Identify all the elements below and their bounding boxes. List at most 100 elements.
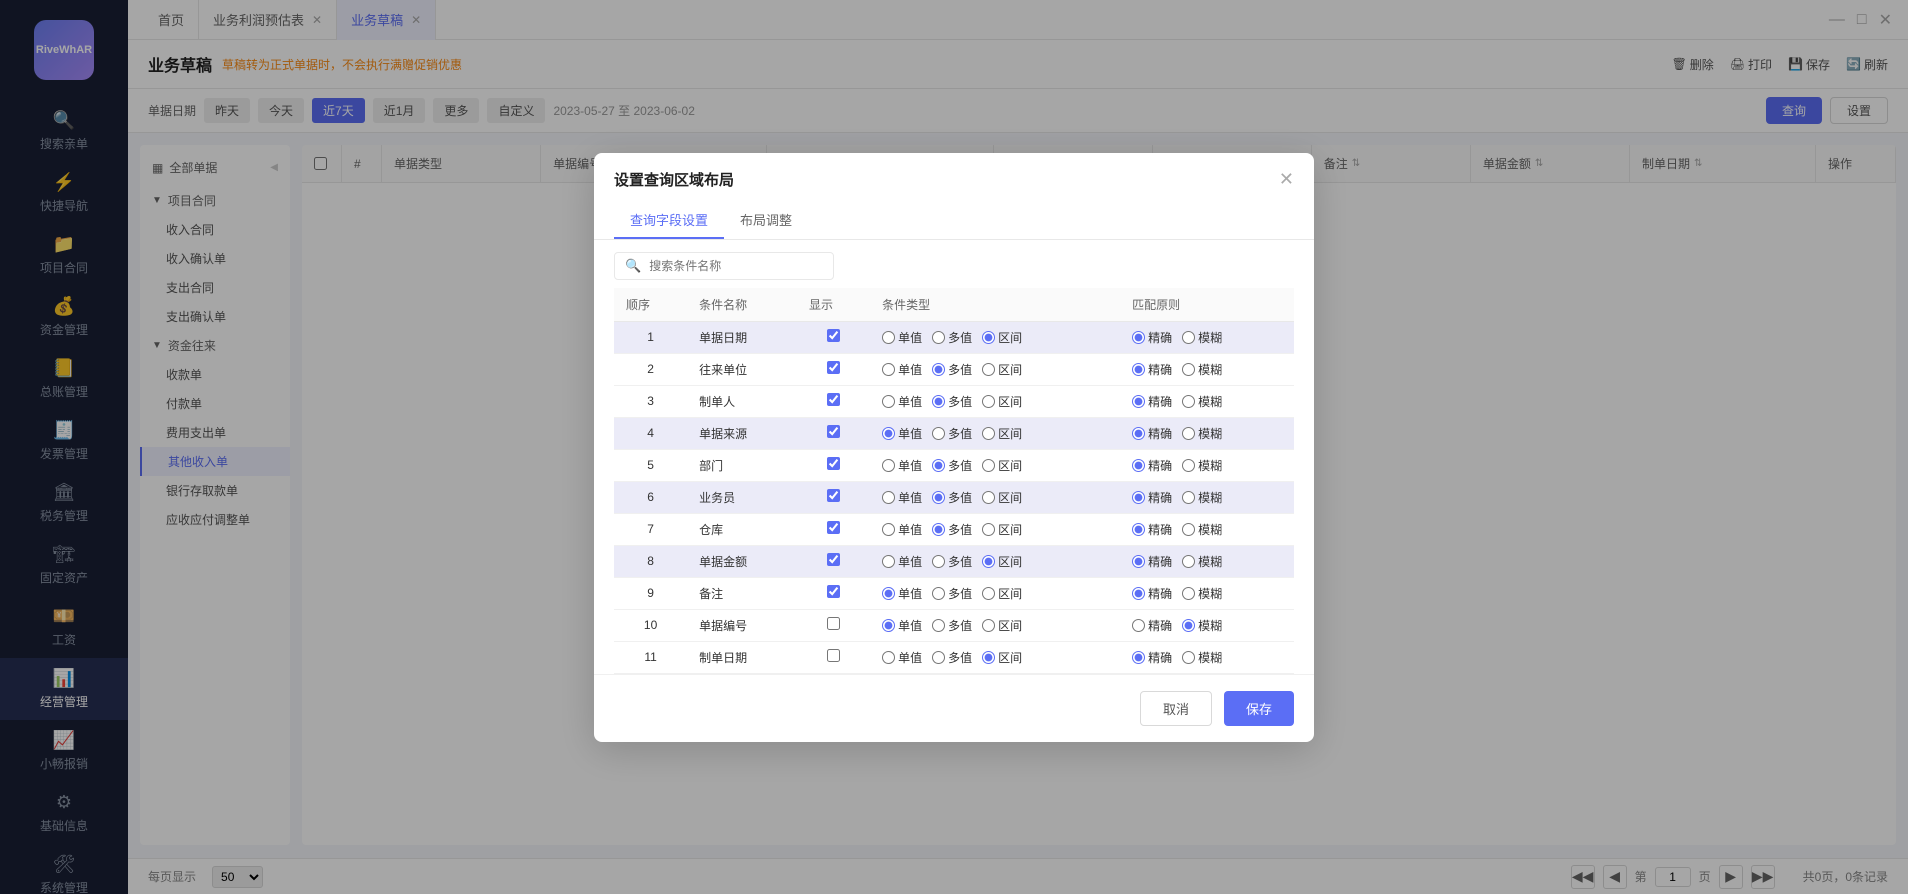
cell-show bbox=[797, 449, 870, 481]
radio-match-精确[interactable]: 精确 bbox=[1132, 457, 1172, 474]
cell-name: 单据来源 bbox=[687, 417, 797, 449]
radio-match-精确[interactable]: 精确 bbox=[1132, 617, 1172, 634]
cell-cond-type: 单值多值区间 bbox=[870, 353, 1120, 385]
show-checkbox[interactable] bbox=[827, 489, 840, 502]
radio-cond-区间[interactable]: 区间 bbox=[982, 585, 1022, 602]
radio-cond-多值[interactable]: 多值 bbox=[932, 649, 972, 666]
show-checkbox[interactable] bbox=[827, 361, 840, 374]
radio-cond-区间[interactable]: 区间 bbox=[982, 649, 1022, 666]
radio-match-精确[interactable]: 精确 bbox=[1132, 521, 1172, 538]
radio-cond-单值[interactable]: 单值 bbox=[882, 649, 922, 666]
cell-cond-type: 单值多值区间 bbox=[870, 609, 1120, 641]
radio-cond-单值[interactable]: 单值 bbox=[882, 361, 922, 378]
tab-fields[interactable]: 查询字段设置 bbox=[614, 202, 724, 239]
table-row: 7仓库单值多值区间精确模糊 bbox=[614, 513, 1294, 545]
radio-cond-区间[interactable]: 区间 bbox=[982, 617, 1022, 634]
radio-cond-区间[interactable]: 区间 bbox=[982, 425, 1022, 442]
cell-name: 单据日期 bbox=[687, 321, 797, 353]
cancel-button[interactable]: 取消 bbox=[1140, 691, 1212, 726]
radio-cond-区间[interactable]: 区间 bbox=[982, 361, 1022, 378]
cell-match-rule: 精确模糊 bbox=[1120, 385, 1294, 417]
radio-cond-多值[interactable]: 多值 bbox=[932, 521, 972, 538]
table-row: 6业务员单值多值区间精确模糊 bbox=[614, 481, 1294, 513]
th-match-rule: 匹配原则 bbox=[1120, 288, 1294, 322]
cell-match-rule: 精确模糊 bbox=[1120, 321, 1294, 353]
radio-cond-区间[interactable]: 区间 bbox=[982, 489, 1022, 506]
radio-cond-单值[interactable]: 单值 bbox=[882, 425, 922, 442]
radio-cond-单值[interactable]: 单值 bbox=[882, 489, 922, 506]
show-checkbox[interactable] bbox=[827, 585, 840, 598]
radio-match-模糊[interactable]: 模糊 bbox=[1182, 425, 1222, 442]
show-checkbox[interactable] bbox=[827, 649, 840, 662]
radio-cond-单值[interactable]: 单值 bbox=[882, 553, 922, 570]
show-checkbox[interactable] bbox=[827, 457, 840, 470]
radio-cond-区间[interactable]: 区间 bbox=[982, 457, 1022, 474]
search-wrap: 🔍 bbox=[614, 252, 834, 280]
radio-cond-单值[interactable]: 单值 bbox=[882, 457, 922, 474]
radio-cond-多值[interactable]: 多值 bbox=[932, 553, 972, 570]
show-checkbox[interactable] bbox=[827, 553, 840, 566]
tab-layout[interactable]: 布局调整 bbox=[724, 202, 808, 239]
radio-cond-区间[interactable]: 区间 bbox=[982, 393, 1022, 410]
cell-cond-type: 单值多值区间 bbox=[870, 641, 1120, 673]
settings-dialog: 设置查询区域布局 ✕ 查询字段设置 布局调整 🔍 顺序 条件名称 显示 条件类型 bbox=[594, 153, 1314, 742]
radio-match-精确[interactable]: 精确 bbox=[1132, 489, 1172, 506]
table-row: 5部门单值多值区间精确模糊 bbox=[614, 449, 1294, 481]
dialog-close-button[interactable]: ✕ bbox=[1279, 169, 1294, 190]
radio-cond-单值[interactable]: 单值 bbox=[882, 393, 922, 410]
cell-name: 制单人 bbox=[687, 385, 797, 417]
cell-cond-type: 单值多值区间 bbox=[870, 417, 1120, 449]
radio-match-模糊[interactable]: 模糊 bbox=[1182, 457, 1222, 474]
cell-cond-type: 单值多值区间 bbox=[870, 545, 1120, 577]
radio-match-精确[interactable]: 精确 bbox=[1132, 649, 1172, 666]
dialog-search-input[interactable] bbox=[649, 259, 823, 273]
radio-cond-多值[interactable]: 多值 bbox=[932, 329, 972, 346]
show-checkbox[interactable] bbox=[827, 617, 840, 630]
show-checkbox[interactable] bbox=[827, 329, 840, 342]
radio-cond-多值[interactable]: 多值 bbox=[932, 425, 972, 442]
radio-cond-多值[interactable]: 多值 bbox=[932, 585, 972, 602]
cell-order: 3 bbox=[614, 385, 687, 417]
radio-cond-多值[interactable]: 多值 bbox=[932, 393, 972, 410]
radio-match-模糊[interactable]: 模糊 bbox=[1182, 489, 1222, 506]
radio-match-精确[interactable]: 精确 bbox=[1132, 585, 1172, 602]
cell-order: 7 bbox=[614, 513, 687, 545]
radio-match-精确[interactable]: 精确 bbox=[1132, 329, 1172, 346]
radio-cond-区间[interactable]: 区间 bbox=[982, 553, 1022, 570]
radio-cond-多值[interactable]: 多值 bbox=[932, 361, 972, 378]
radio-match-模糊[interactable]: 模糊 bbox=[1182, 361, 1222, 378]
radio-match-模糊[interactable]: 模糊 bbox=[1182, 521, 1222, 538]
radio-cond-区间[interactable]: 区间 bbox=[982, 329, 1022, 346]
show-checkbox[interactable] bbox=[827, 521, 840, 534]
radio-match-精确[interactable]: 精确 bbox=[1132, 393, 1172, 410]
radio-match-模糊[interactable]: 模糊 bbox=[1182, 329, 1222, 346]
table-row: 8单据金额单值多值区间精确模糊 bbox=[614, 545, 1294, 577]
dialog-title: 设置查询区域布局 bbox=[614, 169, 734, 190]
radio-match-模糊[interactable]: 模糊 bbox=[1182, 617, 1222, 634]
dialog-header: 设置查询区域布局 ✕ bbox=[594, 153, 1314, 190]
radio-cond-单值[interactable]: 单值 bbox=[882, 617, 922, 634]
radio-cond-单值[interactable]: 单值 bbox=[882, 521, 922, 538]
radio-match-精确[interactable]: 精确 bbox=[1132, 361, 1172, 378]
radio-cond-区间[interactable]: 区间 bbox=[982, 521, 1022, 538]
th-show: 显示 bbox=[797, 288, 870, 322]
radio-cond-多值[interactable]: 多值 bbox=[932, 617, 972, 634]
radio-cond-多值[interactable]: 多值 bbox=[932, 489, 972, 506]
show-checkbox[interactable] bbox=[827, 393, 840, 406]
radio-match-模糊[interactable]: 模糊 bbox=[1182, 553, 1222, 570]
radio-match-模糊[interactable]: 模糊 bbox=[1182, 585, 1222, 602]
radio-match-模糊[interactable]: 模糊 bbox=[1182, 649, 1222, 666]
radio-match-精确[interactable]: 精确 bbox=[1132, 425, 1172, 442]
radio-match-模糊[interactable]: 模糊 bbox=[1182, 393, 1222, 410]
radio-cond-单值[interactable]: 单值 bbox=[882, 585, 922, 602]
cell-order: 9 bbox=[614, 577, 687, 609]
cell-show bbox=[797, 353, 870, 385]
dialog-save-button[interactable]: 保存 bbox=[1224, 691, 1294, 726]
radio-match-精确[interactable]: 精确 bbox=[1132, 553, 1172, 570]
cell-name: 单据编号 bbox=[687, 609, 797, 641]
show-checkbox[interactable] bbox=[827, 425, 840, 438]
radio-cond-多值[interactable]: 多值 bbox=[932, 457, 972, 474]
dialog-tabs: 查询字段设置 布局调整 bbox=[594, 202, 1314, 240]
radio-cond-单值[interactable]: 单值 bbox=[882, 329, 922, 346]
cell-show bbox=[797, 417, 870, 449]
